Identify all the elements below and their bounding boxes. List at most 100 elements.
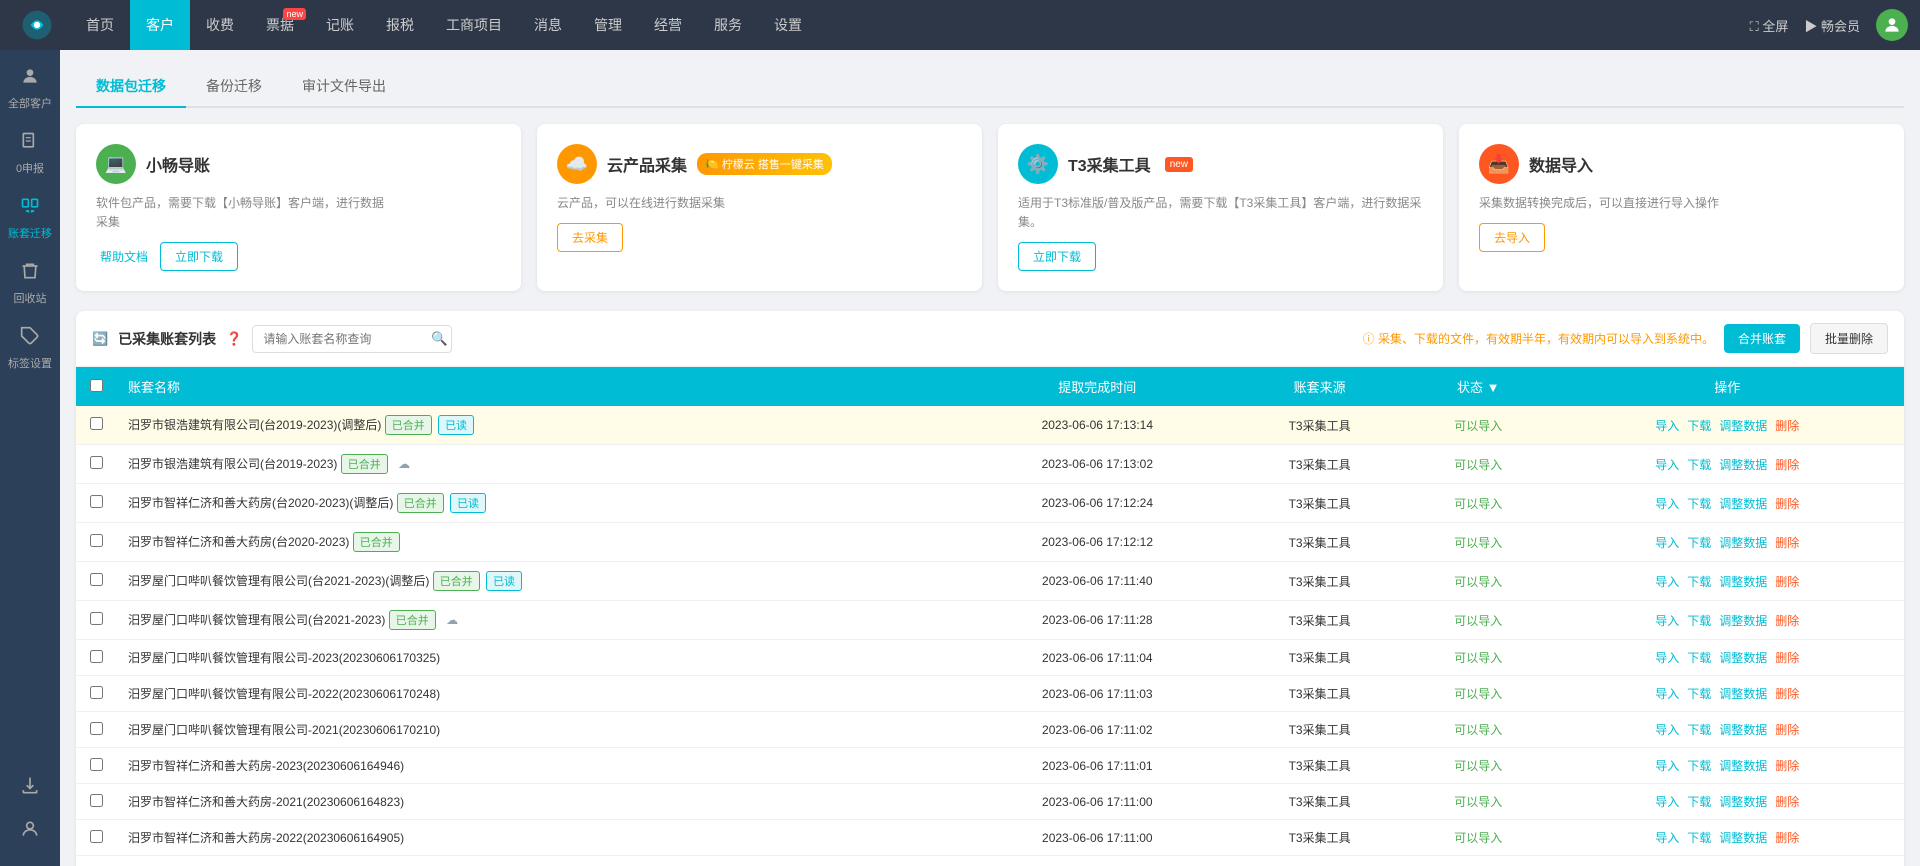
action-下载-btn[interactable]: 下载 [1687,458,1711,472]
nav-item-message[interactable]: 消息 [518,0,578,50]
row-checkbox[interactable] [90,573,103,586]
action-调整数据-btn[interactable]: 调整数据 [1719,651,1767,665]
help-icon[interactable]: ❓ [226,331,242,347]
row-checkbox[interactable] [90,417,103,430]
action-调整数据-btn[interactable]: 调整数据 [1719,723,1767,737]
row-checkbox[interactable] [90,722,103,735]
nav-item-home[interactable]: 首页 [70,0,130,50]
sidebar-item-profile[interactable] [2,811,58,850]
tab-backup-migrate[interactable]: 备份迁移 [186,66,282,108]
cloud-sync-icon[interactable]: ☁ [446,613,458,627]
member-btn[interactable]: ▶ 畅会员 [1804,16,1860,35]
action-调整数据-btn[interactable]: 调整数据 [1719,575,1767,589]
row-checkbox[interactable] [90,650,103,663]
action-delete-btn[interactable]: 删除 [1775,759,1799,773]
action-导入-btn[interactable]: 导入 [1655,419,1679,433]
sidebar-item-tag[interactable]: 标签设置 [2,318,58,379]
nav-item-manage[interactable]: 管理 [578,0,638,50]
action-导入-btn[interactable]: 导入 [1655,536,1679,550]
action-下载-btn[interactable]: 下载 [1687,575,1711,589]
nav-item-operation[interactable]: 经营 [638,0,698,50]
nav-item-business[interactable]: 工商项目 [430,0,518,50]
action-下载-btn[interactable]: 下载 [1687,759,1711,773]
action-调整数据-btn[interactable]: 调整数据 [1719,795,1767,809]
action-下载-btn[interactable]: 下载 [1687,687,1711,701]
cloud-sync-icon[interactable]: ☁ [398,457,410,471]
action-导入-btn[interactable]: 导入 [1655,795,1679,809]
action-下载-btn[interactable]: 下载 [1687,497,1711,511]
nav-item-fee[interactable]: 收费 [190,0,250,50]
action-delete-btn[interactable]: 删除 [1775,458,1799,472]
action-delete-btn[interactable]: 删除 [1775,497,1799,511]
action-delete-btn[interactable]: 删除 [1775,419,1799,433]
nav-item-customer[interactable]: 客户 [130,0,190,50]
action-导入-btn[interactable]: 导入 [1655,831,1679,845]
row-checkbox[interactable] [90,456,103,469]
action-调整数据-btn[interactable]: 调整数据 [1719,458,1767,472]
nav-item-tax[interactable]: 报税 [370,0,430,50]
action-导入-btn[interactable]: 导入 [1655,651,1679,665]
action-调整数据-btn[interactable]: 调整数据 [1719,497,1767,511]
batch-delete-btn[interactable]: 批量删除 [1810,323,1888,354]
fullscreen-btn[interactable]: ⛶ 全屏 [1750,16,1789,35]
action-下载-btn[interactable]: 下载 [1687,419,1711,433]
xiaochange-help-link[interactable]: 帮助文档 [100,248,148,265]
action-调整数据-btn[interactable]: 调整数据 [1719,759,1767,773]
nav-item-bookkeep[interactable]: 记账 [310,0,370,50]
action-导入-btn[interactable]: 导入 [1655,497,1679,511]
action-下载-btn[interactable]: 下载 [1687,651,1711,665]
select-all-checkbox[interactable] [90,379,103,392]
row-checkbox[interactable] [90,686,103,699]
action-delete-btn[interactable]: 删除 [1775,575,1799,589]
action-delete-btn[interactable]: 删除 [1775,831,1799,845]
sidebar-item-zero-declare[interactable]: 0申报 [2,123,58,184]
row-checkbox[interactable] [90,794,103,807]
row-checkbox[interactable] [90,534,103,547]
action-delete-btn[interactable]: 删除 [1775,651,1799,665]
action-delete-btn[interactable]: 删除 [1775,723,1799,737]
merge-accounts-btn[interactable]: 合并账套 [1724,324,1800,353]
action-调整数据-btn[interactable]: 调整数据 [1719,536,1767,550]
action-delete-btn[interactable]: 删除 [1775,687,1799,701]
row-checkbox[interactable] [90,612,103,625]
action-下载-btn[interactable]: 下载 [1687,536,1711,550]
action-导入-btn[interactable]: 导入 [1655,723,1679,737]
search-input[interactable] [253,327,423,351]
user-avatar[interactable] [1876,9,1908,41]
nav-item-setting[interactable]: 设置 [758,0,818,50]
action-下载-btn[interactable]: 下载 [1687,795,1711,809]
col-status[interactable]: 状态 ▼ [1406,367,1551,406]
sidebar-item-all-customers[interactable]: 全部客户 [2,58,58,119]
row-checkbox[interactable] [90,758,103,771]
cloud-collect-btn[interactable]: 去采集 [557,223,623,252]
sidebar-item-recycle[interactable]: 回收站 [2,253,58,314]
refresh-icon[interactable]: 🔄 [92,331,108,347]
action-调整数据-btn[interactable]: 调整数据 [1719,614,1767,628]
action-导入-btn[interactable]: 导入 [1655,759,1679,773]
nav-item-service[interactable]: 服务 [698,0,758,50]
action-delete-btn[interactable]: 删除 [1775,614,1799,628]
action-导入-btn[interactable]: 导入 [1655,687,1679,701]
sidebar-item-download[interactable] [2,768,58,807]
dataimport-goto-btn[interactable]: 去导入 [1479,223,1545,252]
action-调整数据-btn[interactable]: 调整数据 [1719,831,1767,845]
action-下载-btn[interactable]: 下载 [1687,614,1711,628]
search-button[interactable]: 🔍 [423,326,452,352]
xiaochange-download-btn[interactable]: 立即下载 [160,242,238,271]
tab-audit-export[interactable]: 审计文件导出 [282,66,406,108]
action-调整数据-btn[interactable]: 调整数据 [1719,687,1767,701]
action-下载-btn[interactable]: 下载 [1687,723,1711,737]
row-checkbox[interactable] [90,830,103,843]
row-checkbox[interactable] [90,495,103,508]
action-delete-btn[interactable]: 删除 [1775,536,1799,550]
action-导入-btn[interactable]: 导入 [1655,614,1679,628]
action-下载-btn[interactable]: 下载 [1687,831,1711,845]
app-logo[interactable] [12,0,62,50]
sidebar-item-migrate[interactable]: 账套迁移 [2,188,58,249]
action-delete-btn[interactable]: 删除 [1775,795,1799,809]
action-导入-btn[interactable]: 导入 [1655,575,1679,589]
action-导入-btn[interactable]: 导入 [1655,458,1679,472]
action-调整数据-btn[interactable]: 调整数据 [1719,419,1767,433]
t3-download-btn[interactable]: 立即下载 [1018,242,1096,271]
nav-item-invoice[interactable]: 票据new [250,0,310,50]
